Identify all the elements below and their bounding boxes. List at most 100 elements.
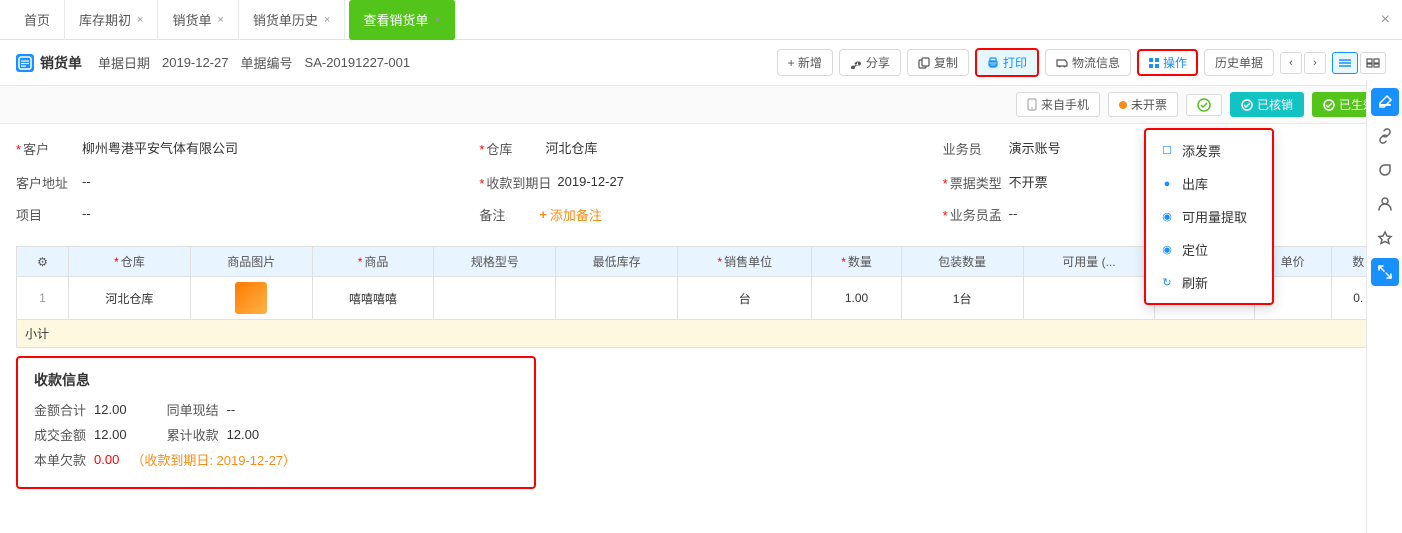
row-sales-unit: 台 xyxy=(678,277,812,320)
global-close-icon[interactable]: × xyxy=(1381,11,1390,29)
total-amount-value: 12.00 xyxy=(94,402,127,417)
sidebar-edit-icon[interactable] xyxy=(1371,88,1399,116)
tab-view-sales[interactable]: 查看销货单 × xyxy=(349,0,455,40)
tab-sales-history[interactable]: 销货单历史 × xyxy=(239,0,345,40)
number-label: 单据编号 xyxy=(241,53,293,72)
row-product-img xyxy=(190,277,312,320)
doc-type-icon xyxy=(16,54,34,72)
tab-home[interactable]: 首页 xyxy=(10,0,65,40)
project-field: 项目 -- xyxy=(16,204,459,224)
col-sales-unit: 销售单位 xyxy=(678,247,812,277)
row-spec xyxy=(434,277,556,320)
row-product: 嘻嘻嘻嘻 xyxy=(312,277,434,320)
project-label: 项目 xyxy=(16,205,76,224)
prev-arrow[interactable]: ‹ xyxy=(1280,52,1302,74)
new-button[interactable]: + 新增 xyxy=(777,49,833,76)
menu-locate[interactable]: ◉ 定位 xyxy=(1146,233,1272,266)
invoice-type-label: 票据类型 xyxy=(943,173,1003,192)
transaction-amount-value: 12.00 xyxy=(94,427,127,442)
sidebar-expand-icon[interactable] xyxy=(1371,258,1399,286)
menu-refresh[interactable]: ↻ 刷新 xyxy=(1146,266,1272,299)
list-view-btn[interactable] xyxy=(1332,52,1358,74)
available-qty-icon: ◉ xyxy=(1160,210,1174,224)
main-content: 销货单 单据日期 2019-12-27 单据编号 SA-20191227-001… xyxy=(0,40,1402,533)
tab-inventory-init-close[interactable]: × xyxy=(137,14,143,26)
sidebar-star-icon[interactable] xyxy=(1371,224,1399,252)
payment-date-value[interactable]: 2019-12-27 xyxy=(551,172,630,192)
share-button[interactable]: 分享 xyxy=(839,49,901,76)
col-warehouse: 仓库 xyxy=(69,247,191,277)
cumulative-payment-field: 累计收款 12.00 xyxy=(167,425,260,444)
tab-sales-order[interactable]: 销货单 × xyxy=(158,0,238,40)
salesperson-label: 业务员 xyxy=(943,139,1003,158)
tab-sales-history-close[interactable]: × xyxy=(324,14,330,26)
col-spec: 规格型号 xyxy=(434,247,556,277)
col-product: 商品 xyxy=(312,247,434,277)
sidebar-refresh-icon[interactable] xyxy=(1371,156,1399,184)
payment-row-1: 金额合计 12.00 同单现结 -- xyxy=(34,400,518,419)
payment-info-box: 收款信息 金额合计 12.00 同单现结 -- 成交金额 12.00 累计收款 xyxy=(16,356,536,489)
grid-view-btn[interactable] xyxy=(1360,52,1386,74)
menu-outbound[interactable]: ● 出库 xyxy=(1146,167,1272,200)
number-value: SA-20191227-001 xyxy=(305,55,411,70)
payment-info-title: 收款信息 xyxy=(34,370,518,390)
subtotal-label: 小计 xyxy=(17,320,1386,348)
date-label: 单据日期 xyxy=(98,53,150,72)
doc-title: 销货单 xyxy=(16,53,82,73)
col-product-img: 商品图片 xyxy=(190,247,312,277)
tab-view-sales-close[interactable]: × xyxy=(434,14,440,26)
history-button[interactable]: 历史单据 xyxy=(1204,49,1274,76)
arrears-field: 本单欠款 0.00 （收款到期日: 2019-12-27） xyxy=(34,450,296,469)
salesperson2-label: 业务员孟 xyxy=(943,205,1003,224)
customer-value[interactable]: 柳州粤港平安气体有限公司 xyxy=(76,136,244,160)
address-label: 客户地址 xyxy=(16,173,76,192)
right-sidebar xyxy=(1366,80,1402,533)
menu-available-qty[interactable]: ◉ 可用量提取 xyxy=(1146,200,1272,233)
salesperson-value: 演示账号 xyxy=(1003,136,1067,160)
menu-add-invoice[interactable]: ☐ 添发票 xyxy=(1146,134,1272,167)
customer-label: 客户 xyxy=(16,139,76,158)
address-field: 客户地址 -- xyxy=(16,172,459,192)
arrears-value: 0.00 xyxy=(94,452,119,467)
project-value: -- xyxy=(76,204,97,224)
sidebar-link-icon[interactable] xyxy=(1371,122,1399,150)
print-button[interactable]: 打印 xyxy=(975,48,1039,77)
customer-field: 客户 柳州粤港平安气体有限公司 xyxy=(16,136,459,160)
sidebar-user-icon[interactable] xyxy=(1371,190,1399,218)
copy-button[interactable]: 复制 xyxy=(907,49,969,76)
locate-icon: ◉ xyxy=(1160,243,1174,257)
notes-field: 备注 添加备注 xyxy=(479,205,922,224)
tab-sales-order-close[interactable]: × xyxy=(217,14,223,26)
from-mobile-btn[interactable]: 来自手机 xyxy=(1016,92,1100,117)
row-min-stock xyxy=(556,277,678,320)
row-seq: 1 xyxy=(17,277,69,320)
product-image xyxy=(235,282,267,314)
tab-inventory-init[interactable]: 库存期初 × xyxy=(65,0,158,40)
nav-arrows: ‹ › xyxy=(1280,52,1326,74)
row-pack-qty: 1台 xyxy=(901,277,1023,320)
not-open-dot xyxy=(1119,101,1127,109)
warehouse-value[interactable]: 河北仓库 xyxy=(539,136,603,160)
status-bar: 来自手机 未开票 已核销 已生效 xyxy=(0,86,1402,124)
date-value: 2019-12-27 xyxy=(162,55,229,70)
warehouse-field: 仓库 河北仓库 xyxy=(479,136,922,160)
salesperson2-value: -- xyxy=(1003,204,1024,224)
invoice-type-value: 不开票 xyxy=(1003,170,1054,194)
voided-btn[interactable]: 已核销 xyxy=(1230,92,1304,117)
arrears-label: 本单欠款 xyxy=(34,450,86,469)
not-open-btn[interactable]: 未开票 xyxy=(1108,92,1178,117)
subtotal-row: 小计 xyxy=(17,320,1386,348)
verified-icon-btn[interactable] xyxy=(1186,94,1222,116)
payment-row-3: 本单欠款 0.00 （收款到期日: 2019-12-27） xyxy=(34,450,518,469)
next-arrow[interactable]: › xyxy=(1304,52,1326,74)
operations-button[interactable]: 操作 xyxy=(1137,49,1198,76)
logistics-button[interactable]: 物流信息 xyxy=(1045,49,1131,76)
add-note-btn[interactable]: 添加备注 xyxy=(539,205,602,224)
add-invoice-icon: ☐ xyxy=(1160,144,1174,158)
row-available xyxy=(1023,277,1155,320)
total-amount-label: 金额合计 xyxy=(34,400,86,419)
warehouse-label: 仓库 xyxy=(479,139,539,158)
view-toggle xyxy=(1332,52,1386,74)
same-order-value: -- xyxy=(227,402,236,417)
doc-header-left: 销货单 单据日期 2019-12-27 单据编号 SA-20191227-001 xyxy=(16,53,410,73)
